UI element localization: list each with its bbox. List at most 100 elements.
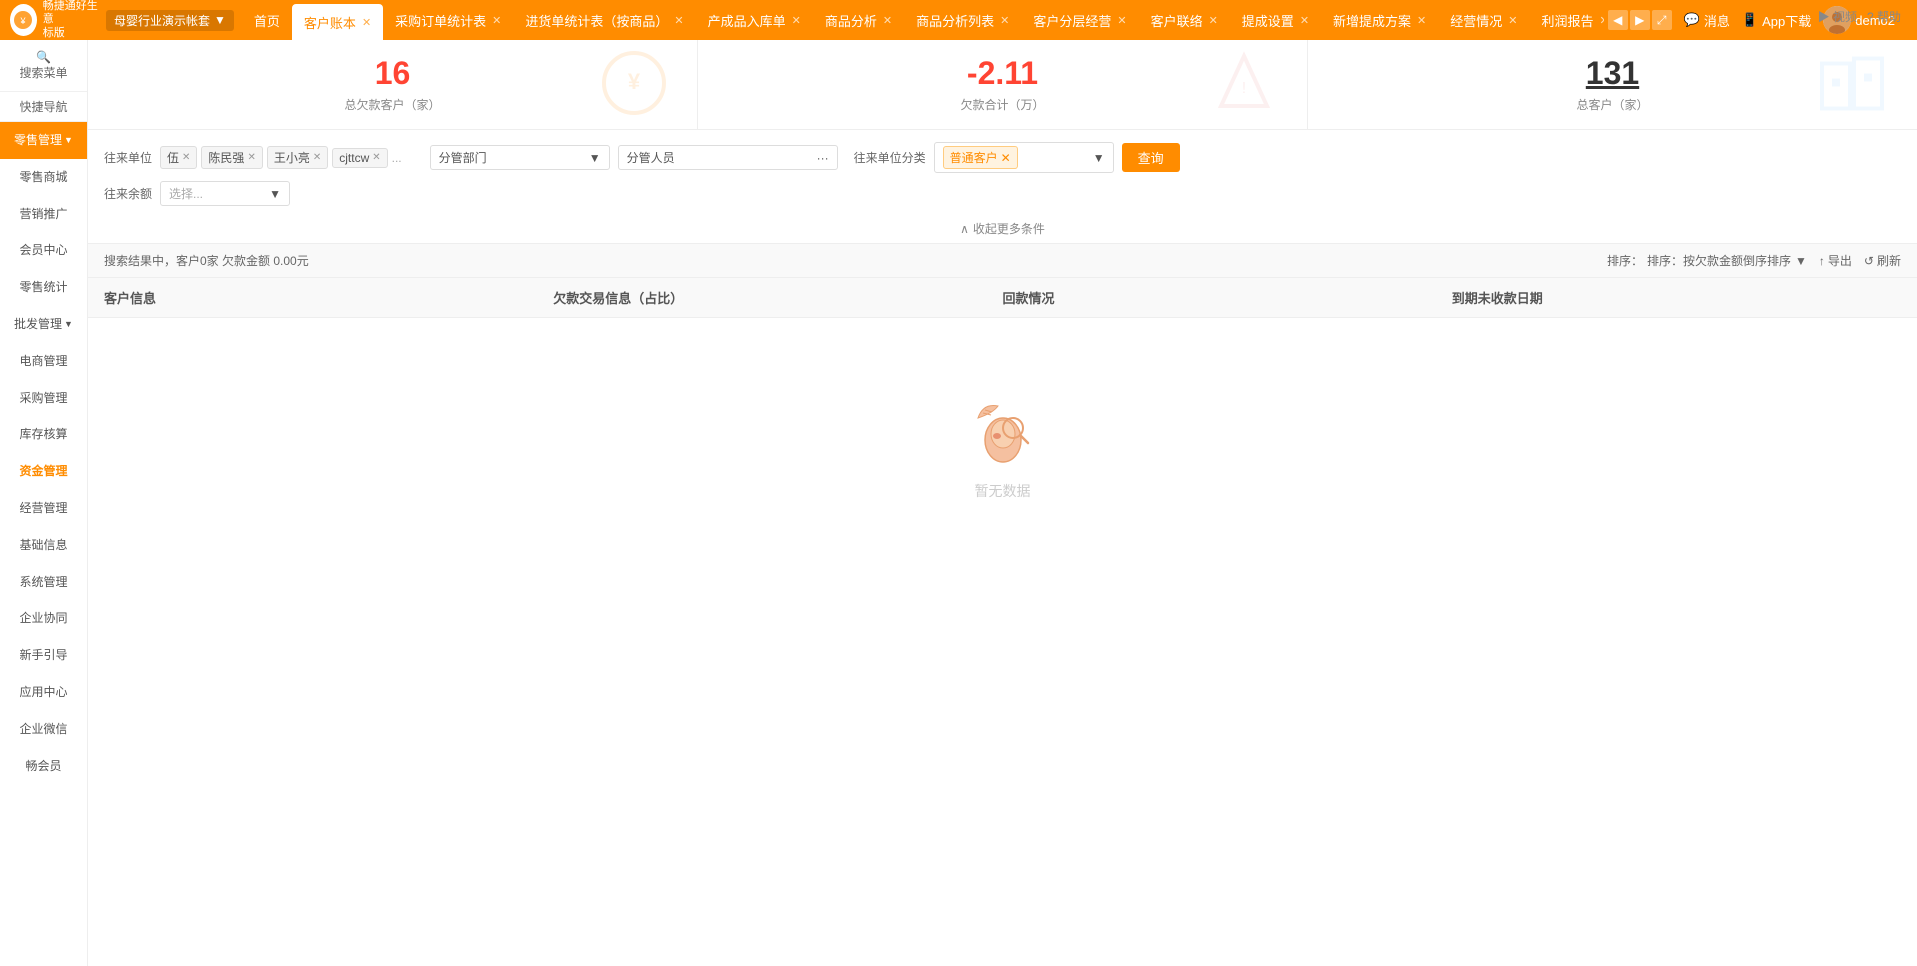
chevron-down-icon: ▼ xyxy=(589,151,601,165)
unit-tags-group: 伍 ✕ 陈民强 ✕ 王小亮 ✕ xyxy=(160,146,402,169)
message-icon: 💬 xyxy=(1684,12,1700,28)
sidebar-search[interactable]: 🔍 搜索菜单 xyxy=(0,40,87,92)
person-filter[interactable]: 分管人员 ··· xyxy=(618,145,838,170)
close-icon[interactable]: ✕ xyxy=(1000,14,1009,27)
total-customers-value: 131 xyxy=(1586,56,1639,91)
unit-class-label: 往来单位分类 xyxy=(854,149,926,166)
empty-text: 暂无数据 xyxy=(975,481,1031,501)
filter-tag-wu[interactable]: 伍 ✕ xyxy=(160,146,197,169)
svg-text:!: ! xyxy=(1242,80,1246,97)
sidebar-item-retail-mall[interactable]: 零售商城 xyxy=(0,159,87,196)
tab-product-analysis[interactable]: 商品分析 ✕ xyxy=(813,0,904,40)
table-header: 客户信息 欠款交易信息（占比） 回款情况 到期未收款日期 xyxy=(88,278,1917,318)
dept-filter[interactable]: 分管部门 ▼ xyxy=(430,145,610,170)
close-icon[interactable]: ✕ xyxy=(1117,14,1126,27)
close-icon[interactable]: ✕ xyxy=(1300,14,1309,27)
filter-tag-cjttcw[interactable]: cjttcw ✕ xyxy=(332,148,387,168)
ellipsis-icon: ··· xyxy=(817,151,829,165)
close-icon[interactable]: ✕ xyxy=(674,14,683,27)
tab-customer-ledger[interactable]: 客户账本 ✕ xyxy=(292,4,383,40)
sidebar-item-enterprise-wechat[interactable]: 企业微信 xyxy=(0,711,87,748)
remove-tag-cjttcw[interactable]: ✕ xyxy=(372,152,380,163)
remove-normal-customer[interactable]: ✕ xyxy=(1001,151,1011,165)
sidebar-item-ecommerce[interactable]: 电商管理 xyxy=(0,343,87,380)
debt-customers-value: 16 xyxy=(375,56,411,91)
tab-product-analysis-list[interactable]: 商品分析列表 ✕ xyxy=(904,0,1021,40)
close-icon[interactable]: ✕ xyxy=(362,16,371,29)
sidebar-item-basic-info[interactable]: 基础信息 xyxy=(0,527,87,564)
tab-purchase-stats-by-product[interactable]: 进货单统计表（按商品） ✕ xyxy=(513,0,695,40)
tab-production-inbound[interactable]: 产成品入库单 ✕ xyxy=(696,0,813,40)
sidebar-item-retail-stats[interactable]: 零售统计 xyxy=(0,269,87,306)
sidebar-item-operations[interactable]: 经营管理 xyxy=(0,490,87,527)
demo-selector[interactable]: 母婴行业演示帐套 ▼ xyxy=(106,10,234,31)
balance-filter-label: 往来余额 xyxy=(104,185,152,202)
sort-select[interactable]: 排序： 排序：按欠款金额倒序排序 ▼ xyxy=(1607,252,1807,269)
chevron-down-icon: ▼ xyxy=(269,187,281,201)
close-icon[interactable]: ✕ xyxy=(1600,14,1604,27)
tab-customer-tier[interactable]: 客户分层经营 ✕ xyxy=(1021,0,1138,40)
col-header-debt: 欠款交易信息（占比） xyxy=(553,288,1002,307)
filter-tag-chen[interactable]: 陈民强 ✕ xyxy=(201,146,262,169)
sidebar-item-purchase[interactable]: 采购管理 xyxy=(0,380,87,417)
filter-row-1: 往来单位 伍 ✕ 陈民强 ✕ 王小亮 xyxy=(104,142,1901,173)
close-icon[interactable]: ✕ xyxy=(792,14,801,27)
stat-total-customers: 131 总客户（家） xyxy=(1308,40,1917,129)
logo-area: ¥ 畅捷通好生意 标版 xyxy=(10,0,98,40)
remove-tag-chen[interactable]: ✕ xyxy=(247,152,255,163)
nav-expand-btn[interactable]: ⤢ xyxy=(1652,10,1672,30)
nav-right-btn[interactable]: ▶ xyxy=(1630,10,1650,30)
tab-new-commission[interactable]: 新增提成方案 ✕ xyxy=(1321,0,1438,40)
filter-row-2: 往来余额 选择... ▼ xyxy=(104,181,1901,206)
tab-purchase-order-stats[interactable]: 采购订单统计表 ✕ xyxy=(383,0,513,40)
tab-commission-settings[interactable]: 提成设置 ✕ xyxy=(1230,0,1321,40)
tab-business-status[interactable]: 经营情况 ✕ xyxy=(1438,0,1529,40)
close-icon[interactable]: ✕ xyxy=(1209,14,1218,27)
results-actions: 排序： 排序：按欠款金额倒序排序 ▼ ↑ 导出 ↺ 刷新 xyxy=(1607,252,1901,269)
sidebar-quick-nav[interactable]: 快捷导航 xyxy=(0,92,87,122)
filter-tag-wang[interactable]: 王小亮 ✕ xyxy=(267,146,328,169)
sidebar-item-chang-member[interactable]: 畅会员 xyxy=(0,748,87,785)
chevron-down-icon: ▼ xyxy=(64,318,73,331)
nav-left-btn[interactable]: ◀ xyxy=(1608,10,1628,30)
app-download-btn[interactable]: 📱 App下载 xyxy=(1742,11,1811,30)
remove-tag-wang[interactable]: ✕ xyxy=(313,152,321,163)
collapse-filter-btn[interactable]: ∧ 收起更多条件 xyxy=(104,214,1901,243)
chevron-down-icon: ▼ xyxy=(64,134,73,147)
close-icon[interactable]: ✕ xyxy=(1508,14,1517,27)
empty-icon xyxy=(963,398,1043,481)
unit-filter-label: 往来单位 xyxy=(104,149,152,166)
sidebar-item-new-guide[interactable]: 新手引导 xyxy=(0,637,87,674)
total-customers-label: 总客户（家） xyxy=(1576,96,1648,113)
unit-class-filter[interactable]: 普通客户 ✕ ▼ xyxy=(934,142,1114,173)
sidebar-item-finance[interactable]: 资金管理 xyxy=(0,453,87,490)
debt-total-label: 欠款合计（万） xyxy=(960,96,1044,113)
tab-profit-report[interactable]: 利润报告 ✕ xyxy=(1530,0,1604,40)
remove-tag-wu[interactable]: ✕ xyxy=(182,152,190,163)
sidebar-item-inventory[interactable]: 库存核算 xyxy=(0,416,87,453)
sidebar-item-marketing[interactable]: 营销推广 xyxy=(0,196,87,233)
search-icon: 🔍 xyxy=(36,50,51,64)
sidebar-item-enterprise-collab[interactable]: 企业协同 xyxy=(0,600,87,637)
sidebar-item-member-center[interactable]: 会员中心 xyxy=(0,232,87,269)
close-icon[interactable]: ✕ xyxy=(492,14,501,27)
query-button[interactable]: 查询 xyxy=(1122,143,1180,172)
svg-text:¥: ¥ xyxy=(20,16,27,26)
sidebar-item-app-center[interactable]: 应用中心 xyxy=(0,674,87,711)
close-icon[interactable]: ✕ xyxy=(883,14,892,27)
tab-customer-contact[interactable]: 客户联络 ✕ xyxy=(1139,0,1230,40)
balance-filter[interactable]: 选择... ▼ xyxy=(160,181,290,206)
close-icon[interactable]: ✕ xyxy=(1417,14,1426,27)
sidebar-item-system[interactable]: 系统管理 xyxy=(0,564,87,601)
message-btn[interactable]: 💬 消息 xyxy=(1684,11,1730,30)
debt-total-value: -2.11 xyxy=(967,56,1038,91)
col-header-date: 到期未收款日期 xyxy=(1452,288,1901,307)
sidebar-item-wholesale[interactable]: 批发管理 ▼ xyxy=(0,306,87,343)
sidebar-item-retail[interactable]: 零售管理 ▼ xyxy=(0,122,87,159)
filter-area: 往来单位 伍 ✕ 陈民强 ✕ 王小亮 xyxy=(88,130,1917,244)
chevron-up-icon: ∧ xyxy=(960,222,969,236)
filter-more-tags[interactable]: ... xyxy=(392,151,402,165)
refresh-btn[interactable]: ↺ 刷新 xyxy=(1864,252,1901,269)
export-btn[interactable]: ↑ 导出 xyxy=(1819,252,1852,269)
tab-home[interactable]: 首页 xyxy=(242,0,292,40)
